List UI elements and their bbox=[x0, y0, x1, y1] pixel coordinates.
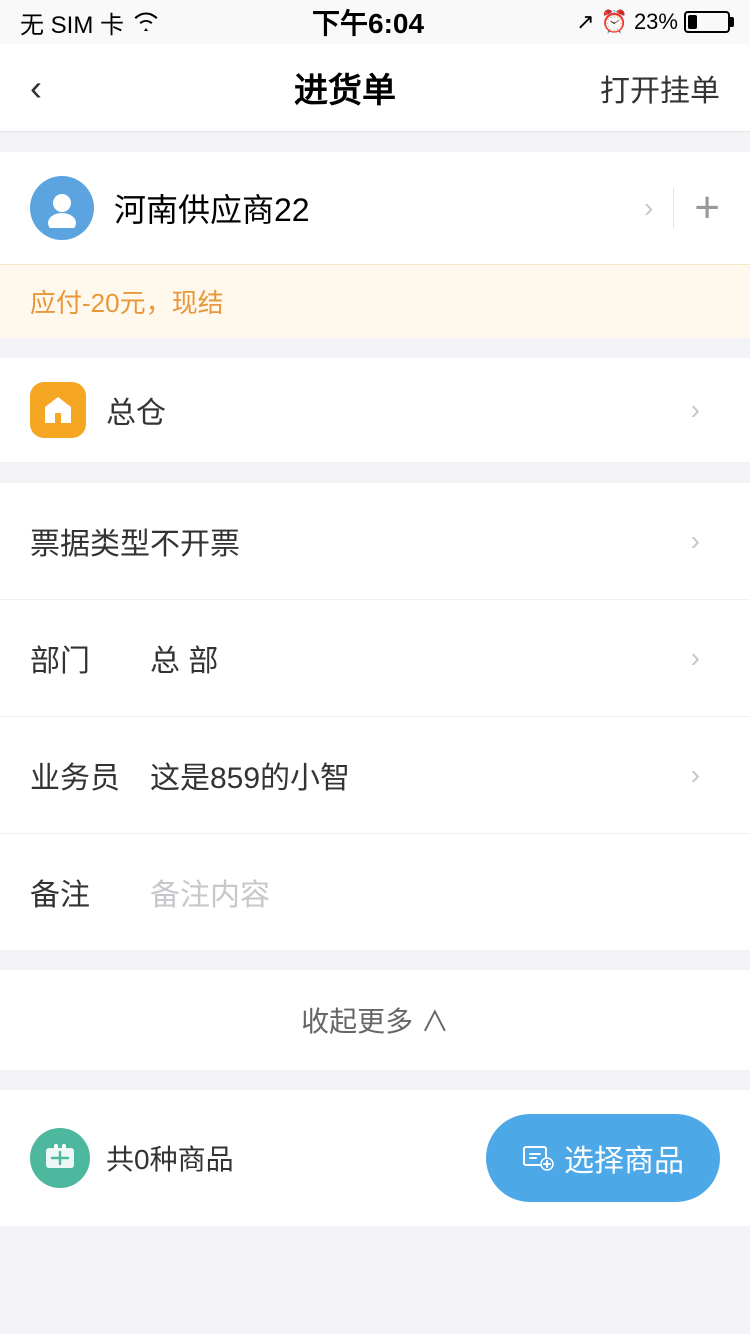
status-left: 无 SIM 卡 bbox=[20, 5, 160, 40]
status-right: ↗ ⏰ 23% bbox=[576, 9, 730, 35]
collapse-label: 收起更多 ∧ bbox=[301, 1006, 449, 1037]
product-count-text: 共0种商品 bbox=[106, 1138, 234, 1178]
location-icon: ↗ bbox=[576, 9, 594, 35]
supplier-name: 河南供应商22 bbox=[114, 185, 644, 231]
salesperson-value: 这是859的小智 bbox=[150, 753, 691, 797]
product-icon bbox=[30, 1128, 90, 1188]
separator-1 bbox=[0, 132, 750, 152]
chevron-right-icon: › bbox=[644, 192, 653, 224]
remark-input[interactable]: 备注内容 bbox=[150, 870, 720, 914]
avatar-icon bbox=[42, 188, 82, 228]
warehouse-chevron-icon: › bbox=[691, 394, 700, 426]
bill-type-value: 不开票 bbox=[150, 519, 691, 563]
remark-row[interactable]: 备注 备注内容 bbox=[0, 834, 750, 950]
notice-text: 应付-20元，现结 bbox=[30, 288, 224, 318]
remark-label: 备注 bbox=[30, 870, 150, 914]
supplier-avatar bbox=[30, 176, 94, 240]
supplier-section: 河南供应商22 › + 应付-20元，现结 bbox=[0, 152, 750, 338]
select-product-button[interactable]: 选择商品 bbox=[486, 1114, 720, 1202]
divider bbox=[673, 188, 674, 228]
notice-bar: 应付-20元，现结 bbox=[0, 264, 750, 338]
bill-type-chevron-icon: › bbox=[691, 525, 700, 557]
form-section: 票据类型 不开票 › 部门 总 部 › 业务员 这是859的小智 › 备注 备注… bbox=[0, 483, 750, 950]
department-value: 总 部 bbox=[150, 636, 691, 680]
warehouse-name: 总仓 bbox=[106, 388, 691, 432]
select-product-label: 选择商品 bbox=[564, 1136, 684, 1180]
signal-text: 无 SIM 卡 bbox=[20, 5, 124, 40]
battery-text: 23% bbox=[634, 9, 678, 35]
back-button[interactable]: ‹ bbox=[30, 67, 90, 109]
nav-bar: ‹ 进货单 打开挂单 bbox=[0, 44, 750, 132]
house-icon bbox=[41, 393, 75, 427]
warehouse-row[interactable]: 总仓 › bbox=[0, 358, 750, 463]
open-hang-button[interactable]: 打开挂单 bbox=[600, 66, 720, 110]
status-time: 下午6:04 bbox=[312, 2, 424, 42]
department-chevron-icon: › bbox=[691, 642, 700, 674]
supplier-row[interactable]: 河南供应商22 › + bbox=[0, 152, 750, 264]
warehouse-icon bbox=[30, 382, 86, 438]
add-supplier-button[interactable]: + bbox=[694, 186, 720, 230]
battery-icon bbox=[684, 11, 730, 33]
cart-icon bbox=[42, 1140, 78, 1176]
bottom-bar: 共0种商品 选择商品 bbox=[0, 1090, 750, 1226]
alarm-icon: ⏰ bbox=[601, 9, 628, 35]
page-title: 进货单 bbox=[294, 63, 396, 112]
status-bar: 无 SIM 卡 下午6:04 ↗ ⏰ 23% bbox=[0, 0, 750, 44]
collapse-button[interactable]: 收起更多 ∧ bbox=[0, 970, 750, 1070]
select-product-icon bbox=[522, 1142, 554, 1174]
bill-type-label: 票据类型 bbox=[30, 519, 150, 563]
warehouse-section: 总仓 › bbox=[0, 358, 750, 463]
salesperson-label: 业务员 bbox=[30, 753, 150, 797]
department-row[interactable]: 部门 总 部 › bbox=[0, 600, 750, 717]
department-label: 部门 bbox=[30, 636, 150, 680]
wifi-icon bbox=[132, 12, 160, 32]
bill-type-row[interactable]: 票据类型 不开票 › bbox=[0, 483, 750, 600]
salesperson-row[interactable]: 业务员 这是859的小智 › bbox=[0, 717, 750, 834]
product-count-area: 共0种商品 bbox=[30, 1128, 234, 1188]
salesperson-chevron-icon: › bbox=[691, 759, 700, 791]
